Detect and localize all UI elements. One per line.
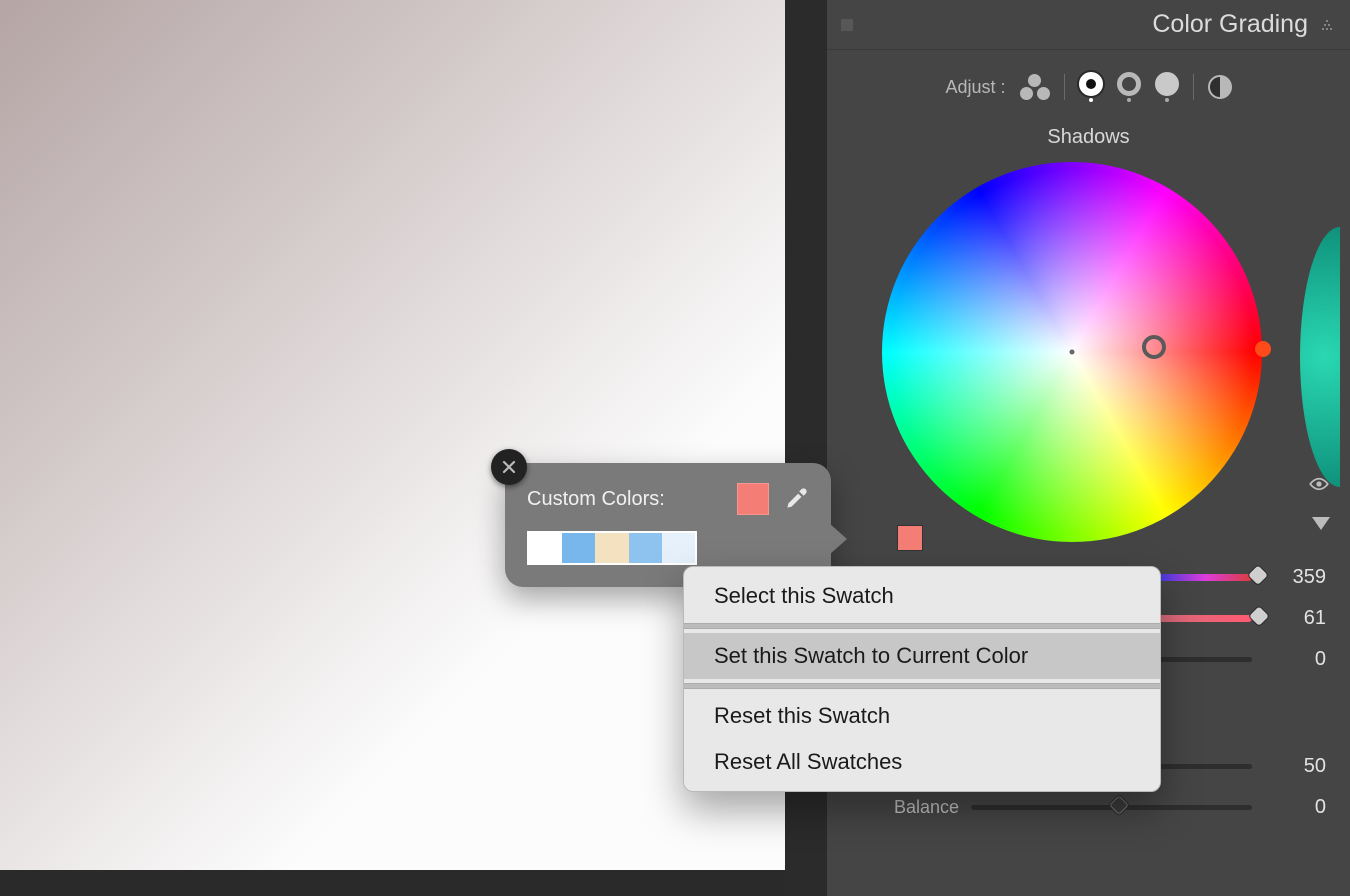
- adjust-midtones-icon[interactable]: [1117, 72, 1141, 102]
- panel-header: Color Grading: [827, 0, 1350, 50]
- menu-reset-all-swatches[interactable]: Reset All Swatches: [684, 739, 1160, 785]
- swatch-context-menu: Select this Swatch Set this Swatch to Cu…: [683, 566, 1161, 792]
- swatch-2[interactable]: [562, 533, 595, 563]
- menu-select-swatch[interactable]: Select this Swatch: [684, 573, 1160, 619]
- swatch-1[interactable]: [529, 533, 562, 563]
- current-color-swatch[interactable]: [737, 483, 769, 515]
- blending-value[interactable]: 50: [1264, 755, 1326, 778]
- panel-menu-icon[interactable]: [1322, 20, 1332, 30]
- swatch-3[interactable]: [595, 533, 628, 563]
- wheel-picker-handle[interactable]: [1142, 335, 1166, 359]
- secondary-wheel-peek[interactable]: [1300, 227, 1350, 487]
- adjust-highlights-icon[interactable]: [1155, 72, 1179, 102]
- adjust-row: Adjust :: [827, 50, 1350, 112]
- eyedropper-icon: [783, 486, 809, 512]
- menu-set-swatch-current[interactable]: Set this Swatch to Current Color: [684, 633, 1160, 679]
- panel-title: Color Grading: [1152, 10, 1308, 39]
- separator: [1064, 74, 1065, 100]
- adjust-shadows-icon[interactable]: [1079, 72, 1103, 102]
- color-wheel-area: [827, 157, 1350, 557]
- wheel-center-icon: [1070, 350, 1075, 355]
- balance-slider-row: Balance 0: [851, 787, 1326, 828]
- visibility-eye-icon[interactable]: [1308, 477, 1330, 491]
- eyedropper-button[interactable]: [783, 486, 809, 512]
- adjust-label: Adjust :: [945, 77, 1005, 98]
- adjust-global-icon[interactable]: [1208, 75, 1232, 99]
- custom-colors-label: Custom Colors:: [527, 488, 723, 511]
- expand-toggle-icon[interactable]: [1312, 517, 1330, 530]
- saturation-handle[interactable]: [1255, 341, 1271, 357]
- separator: [1193, 74, 1194, 100]
- menu-separator: [684, 623, 1160, 629]
- bottom-strip: [0, 870, 785, 896]
- image-canvas[interactable]: [0, 0, 785, 870]
- swatch-5[interactable]: [662, 533, 695, 563]
- slider-thumb[interactable]: [1109, 795, 1129, 815]
- close-button[interactable]: [491, 449, 527, 485]
- balance-label: Balance: [851, 797, 959, 818]
- swatch-row: [527, 531, 697, 565]
- swatch-4[interactable]: [629, 533, 662, 563]
- section-label: Shadows: [827, 112, 1350, 157]
- sat-value[interactable]: 61: [1264, 607, 1326, 630]
- adjust-three-way-icon[interactable]: [1020, 74, 1050, 100]
- close-icon: [502, 460, 516, 474]
- menu-reset-swatch[interactable]: Reset this Swatch: [684, 693, 1160, 739]
- color-wheel[interactable]: [882, 162, 1262, 542]
- balance-slider[interactable]: [971, 805, 1252, 810]
- luminance-value[interactable]: 0: [1264, 648, 1326, 671]
- menu-separator: [684, 683, 1160, 689]
- hue-value[interactable]: 359: [1264, 566, 1326, 589]
- balance-value[interactable]: 0: [1264, 796, 1326, 819]
- current-color-chip[interactable]: [897, 525, 923, 551]
- panel-grip-icon[interactable]: [841, 19, 853, 31]
